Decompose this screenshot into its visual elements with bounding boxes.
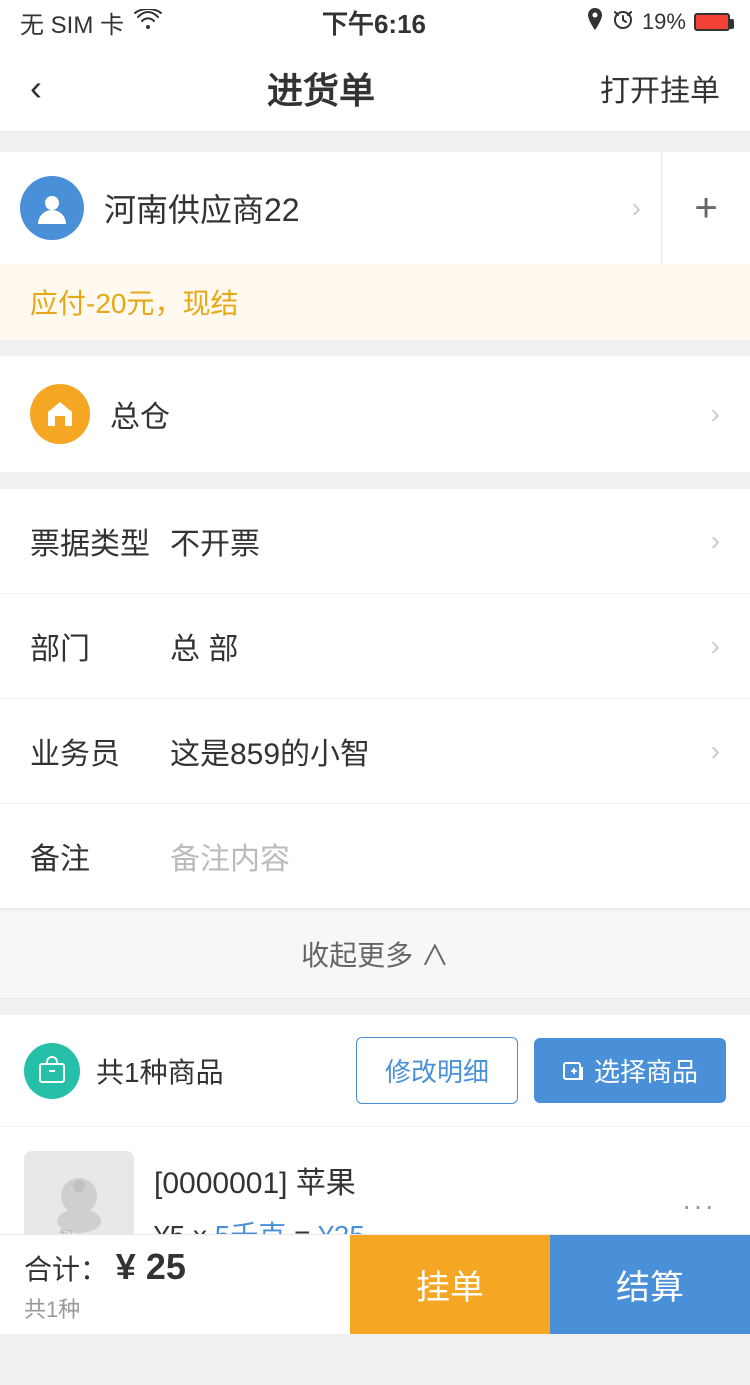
invoice-type-row[interactable]: 票据类型 不开票 ›	[0, 489, 750, 594]
products-header: 共1种商品 修改明细 选择商品	[0, 1015, 750, 1126]
remark-label: 备注	[30, 834, 170, 878]
total-amount: ¥ 25	[116, 1246, 186, 1287]
nav-bar: ‹ 进货单 打开挂单	[0, 44, 750, 132]
status-time: 下午6:16	[322, 4, 426, 41]
total-label: 合计：	[24, 1254, 108, 1285]
back-button[interactable]: ‹	[30, 67, 42, 109]
invoice-type-label: 票据类型	[30, 519, 170, 563]
gap1	[0, 132, 750, 152]
location-icon	[586, 8, 604, 36]
supplier-info-banner: 应付-20元，现结	[0, 264, 750, 340]
status-bar: 无 SIM 卡 下午6:16 19%	[0, 0, 750, 44]
footer-total-line: 合计： ¥ 25	[24, 1246, 326, 1288]
select-product-button[interactable]: 选择商品	[534, 1038, 726, 1103]
gap3	[0, 473, 750, 489]
salesperson-chevron-icon: ›	[711, 735, 720, 767]
warehouse-row[interactable]: 总仓 ›	[0, 356, 750, 473]
department-value: 总 部	[170, 624, 701, 668]
product-count: 共1种商品	[96, 1051, 340, 1091]
gap2	[0, 340, 750, 356]
supplier-name: 河南供应商22	[104, 185, 622, 231]
product-name: [0000001] 苹果	[154, 1158, 652, 1202]
warehouse-icon	[30, 384, 90, 444]
chevron-right-icon: ›	[632, 192, 641, 224]
status-right: 19%	[586, 8, 730, 36]
warehouse-chevron-icon: ›	[711, 398, 720, 430]
wifi-icon	[134, 8, 162, 36]
salesperson-value: 这是859的小智	[170, 729, 701, 773]
open-hang-button[interactable]: 打开挂单	[600, 66, 720, 110]
carrier-label: 无 SIM 卡	[20, 5, 124, 40]
remark-row[interactable]: 备注 备注内容	[0, 804, 750, 909]
remark-value: 备注内容	[170, 834, 720, 878]
supplier-avatar	[20, 176, 84, 240]
footer-sub-label: 共1种	[24, 1292, 326, 1324]
hang-button[interactable]: 挂单	[350, 1235, 550, 1334]
department-chevron-icon: ›	[711, 630, 720, 662]
add-supplier-button[interactable]: +	[662, 152, 750, 264]
battery-icon	[694, 13, 730, 31]
footer-total-section: 合计： ¥ 25 共1种	[0, 1235, 350, 1334]
collapse-button[interactable]: 收起更多 ∧	[0, 909, 750, 999]
settle-button[interactable]: 结算	[550, 1235, 750, 1334]
department-label: 部门	[30, 624, 170, 668]
invoice-type-value: 不开票	[170, 519, 701, 563]
invoice-chevron-icon: ›	[711, 525, 720, 557]
warehouse-name: 总仓	[110, 392, 701, 436]
salesperson-row[interactable]: 业务员 这是859的小智 ›	[0, 699, 750, 804]
salesperson-label: 业务员	[30, 729, 170, 773]
gap4	[0, 999, 750, 1015]
supplier-section: 河南供应商22 › +	[0, 152, 750, 264]
products-icon	[24, 1043, 80, 1099]
footer: 合计： ¥ 25 共1种 挂单 结算	[0, 1234, 750, 1334]
edit-detail-button[interactable]: 修改明细	[356, 1037, 518, 1104]
page-title: 进货单	[267, 62, 375, 114]
select-product-label: 选择商品	[594, 1052, 698, 1089]
battery-percent: 19%	[642, 9, 686, 35]
product-more-button[interactable]: ···	[672, 1180, 726, 1232]
department-row[interactable]: 部门 总 部 ›	[0, 594, 750, 699]
status-left: 无 SIM 卡	[20, 5, 162, 40]
supplier-row[interactable]: 河南供应商22 ›	[0, 152, 662, 264]
alarm-icon	[612, 8, 634, 36]
